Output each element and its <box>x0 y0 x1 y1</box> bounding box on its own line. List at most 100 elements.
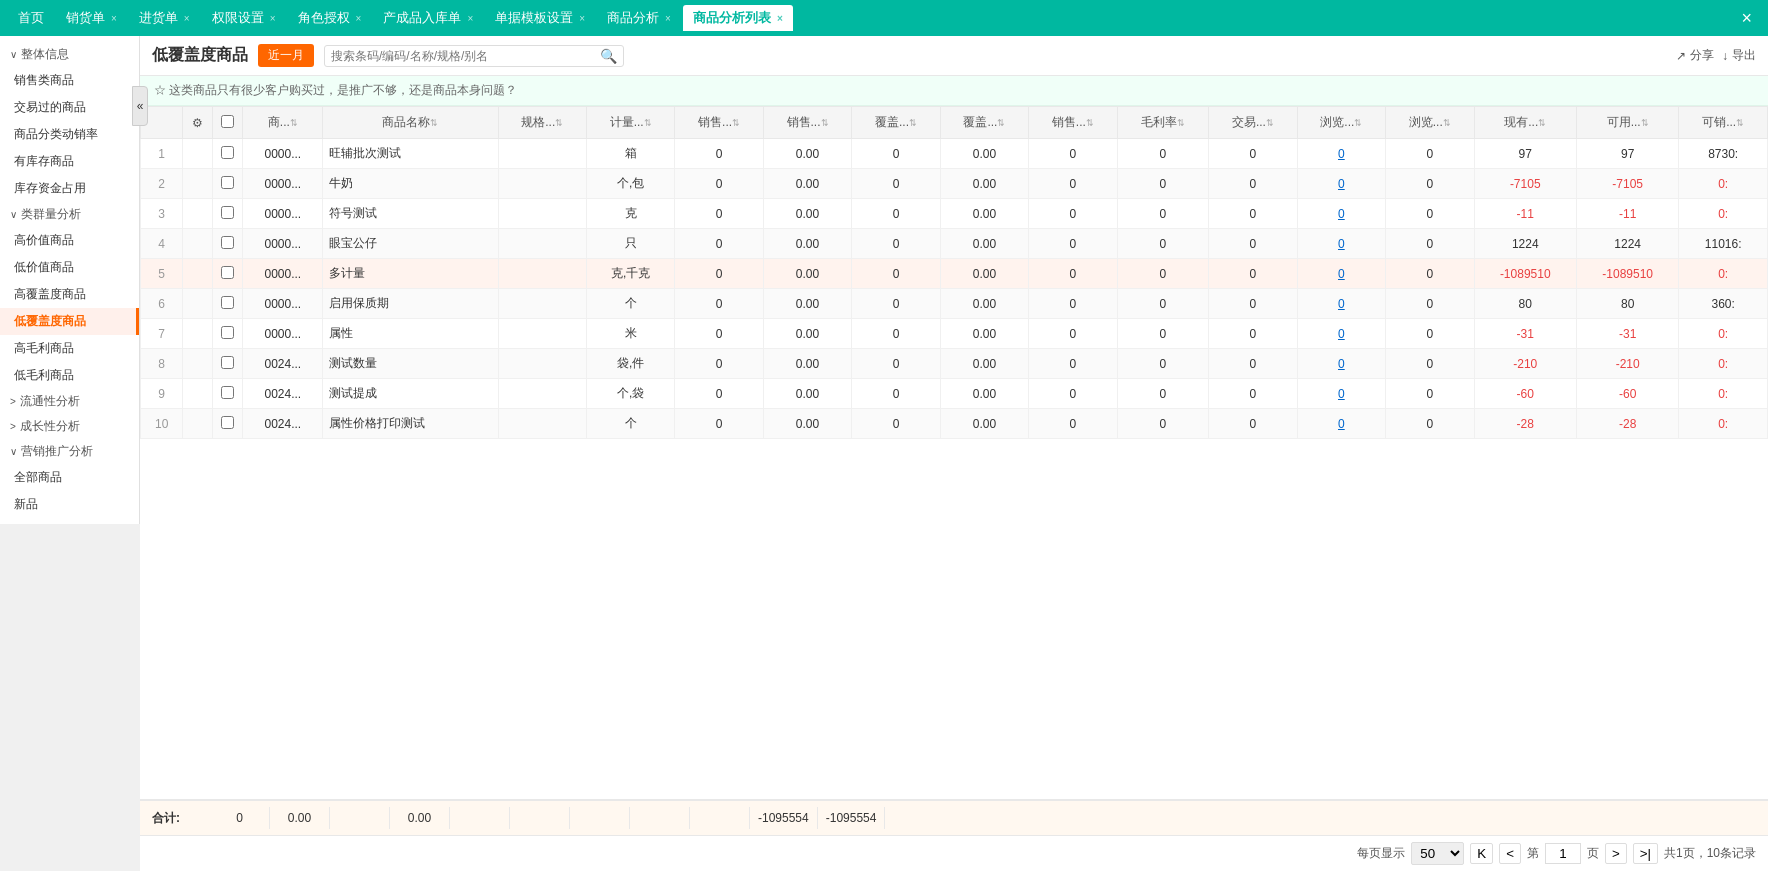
row-checkbox[interactable] <box>221 296 234 309</box>
cell-checkbox[interactable] <box>213 289 243 319</box>
column-sales-qty[interactable]: 销售...⇅ <box>675 107 763 139</box>
nav-sales[interactable]: 销货单 × <box>56 5 127 31</box>
close-icon[interactable]: × <box>111 13 117 24</box>
share-button[interactable]: ↗ 分享 <box>1676 47 1714 64</box>
close-icon[interactable]: × <box>184 13 190 24</box>
column-current-stock[interactable]: 现有...⇅ <box>1474 107 1576 139</box>
sidebar-group-growth[interactable]: > 成长性分析 <box>0 414 139 439</box>
cell-checkbox[interactable] <box>213 319 243 349</box>
cell-checkbox[interactable] <box>213 169 243 199</box>
cell-checkbox[interactable] <box>213 199 243 229</box>
column-sales-amt[interactable]: 销售...⇅ <box>763 107 851 139</box>
row-checkbox[interactable] <box>221 146 234 159</box>
nav-roles[interactable]: 角色授权 × <box>288 5 372 31</box>
nav-home[interactable]: 首页 <box>8 5 54 31</box>
row-checkbox[interactable] <box>221 386 234 399</box>
column-gross-margin[interactable]: 毛利率⇅ <box>1117 107 1209 139</box>
first-page-button[interactable]: K <box>1470 843 1493 864</box>
row-checkbox[interactable] <box>221 176 234 189</box>
sidebar-item-low-coverage[interactable]: 低覆盖度商品 <box>0 308 139 335</box>
select-all-checkbox[interactable] <box>221 115 234 128</box>
sidebar-item-traded-products[interactable]: 交易过的商品 <box>0 94 139 121</box>
sidebar-item-in-stock[interactable]: 有库存商品 <box>0 148 139 175</box>
cell-gross-margin: 0 <box>1117 349 1209 379</box>
sidebar-group-liquidity[interactable]: > 流通性分析 <box>0 389 139 414</box>
window-close-button[interactable]: × <box>1733 4 1760 33</box>
cell-checkbox[interactable] <box>213 349 243 379</box>
column-available[interactable]: 可用...⇅ <box>1576 107 1678 139</box>
browse-link[interactable]: 0 <box>1338 297 1345 311</box>
sidebar-item-high-coverage[interactable]: 高覆盖度商品 <box>0 281 139 308</box>
sidebar-item-sales-products[interactable]: 销售类商品 <box>0 67 139 94</box>
sidebar-group-cluster[interactable]: ∨ 类群量分析 <box>0 202 139 227</box>
nav-purchase[interactable]: 进货单 × <box>129 5 200 31</box>
page-size-select[interactable]: 50 20 100 200 <box>1411 842 1464 865</box>
browse-link[interactable]: 0 <box>1338 417 1345 431</box>
browse-link[interactable]: 0 <box>1338 357 1345 371</box>
nav-product-analysis-list[interactable]: 商品分析列表 × <box>683 5 793 31</box>
browse-link[interactable]: 0 <box>1338 387 1345 401</box>
column-settings[interactable]: ⚙ <box>183 107 213 139</box>
sidebar-item-stock-capital[interactable]: 库存资金占用 <box>0 175 139 202</box>
next-page-button[interactable]: > <box>1605 843 1627 864</box>
sidebar-item-high-value[interactable]: 高价值商品 <box>0 227 139 254</box>
page-number-input[interactable] <box>1545 843 1581 864</box>
row-checkbox[interactable] <box>221 326 234 339</box>
cell-checkbox[interactable] <box>213 379 243 409</box>
row-checkbox[interactable] <box>221 416 234 429</box>
column-browse1[interactable]: 浏览...⇅ <box>1297 107 1385 139</box>
row-checkbox[interactable] <box>221 206 234 219</box>
search-input[interactable] <box>331 49 600 63</box>
date-filter-button[interactable]: 近一月 <box>258 44 314 67</box>
column-spec[interactable]: 规格...⇅ <box>498 107 586 139</box>
close-icon[interactable]: × <box>356 13 362 24</box>
close-icon[interactable]: × <box>665 13 671 24</box>
browse-link[interactable]: 0 <box>1338 147 1345 161</box>
nav-product-analysis[interactable]: 商品分析 × <box>597 5 681 31</box>
close-icon[interactable]: × <box>467 13 473 24</box>
column-checkbox[interactable] <box>213 107 243 139</box>
browse-link[interactable]: 0 <box>1338 267 1345 281</box>
column-saleable[interactable]: 可销...⇅ <box>1679 107 1768 139</box>
row-checkbox[interactable] <box>221 236 234 249</box>
browse-link[interactable]: 0 <box>1338 177 1345 191</box>
row-checkbox[interactable] <box>221 356 234 369</box>
close-icon[interactable]: × <box>579 13 585 24</box>
column-sales3[interactable]: 销售...⇅ <box>1029 107 1117 139</box>
column-code[interactable]: 商...⇅ <box>243 107 323 139</box>
nav-template-settings[interactable]: 单据模板设置 × <box>485 5 595 31</box>
browse-link[interactable]: 0 <box>1338 237 1345 251</box>
sidebar-item-low-value[interactable]: 低价值商品 <box>0 254 139 281</box>
close-icon[interactable]: × <box>270 13 276 24</box>
search-icon[interactable]: 🔍 <box>600 48 617 64</box>
column-coverage1[interactable]: 覆盖...⇅ <box>852 107 940 139</box>
cell-gross-margin: 0 <box>1117 379 1209 409</box>
sidebar-item-low-margin[interactable]: 低毛利商品 <box>0 362 139 389</box>
nav-products-warehouse[interactable]: 产成品入库单 × <box>373 5 483 31</box>
sidebar-item-category-turnover[interactable]: 商品分类动销率 <box>0 121 139 148</box>
cell-spec <box>498 229 586 259</box>
sidebar-group-marketing[interactable]: ∨ 营销推广分析 <box>0 439 139 464</box>
row-checkbox[interactable] <box>221 266 234 279</box>
column-coverage2[interactable]: 覆盖...⇅ <box>940 107 1028 139</box>
last-page-button[interactable]: >| <box>1633 843 1658 864</box>
sidebar-item-new-products[interactable]: 新品 <box>0 491 139 518</box>
browse-link[interactable]: 0 <box>1338 327 1345 341</box>
cell-checkbox[interactable] <box>213 229 243 259</box>
column-name[interactable]: 商品名称⇅ <box>323 107 498 139</box>
cell-checkbox[interactable] <box>213 409 243 439</box>
nav-permissions[interactable]: 权限设置 × <box>202 5 286 31</box>
export-button[interactable]: ↓ 导出 <box>1722 47 1756 64</box>
column-transaction[interactable]: 交易...⇅ <box>1209 107 1297 139</box>
cell-checkbox[interactable] <box>213 139 243 169</box>
sidebar-item-high-margin[interactable]: 高毛利商品 <box>0 335 139 362</box>
browse-link[interactable]: 0 <box>1338 207 1345 221</box>
sidebar-item-all-products[interactable]: 全部商品 <box>0 464 139 491</box>
column-browse2[interactable]: 浏览...⇅ <box>1386 107 1474 139</box>
prev-page-button[interactable]: < <box>1499 843 1521 864</box>
close-icon[interactable]: × <box>777 13 783 24</box>
sidebar-group-overall[interactable]: ∨ 整体信息 <box>0 42 139 67</box>
cell-checkbox[interactable] <box>213 259 243 289</box>
column-unit[interactable]: 计量...⇅ <box>586 107 674 139</box>
sidebar-collapse-button[interactable]: « <box>132 86 148 126</box>
